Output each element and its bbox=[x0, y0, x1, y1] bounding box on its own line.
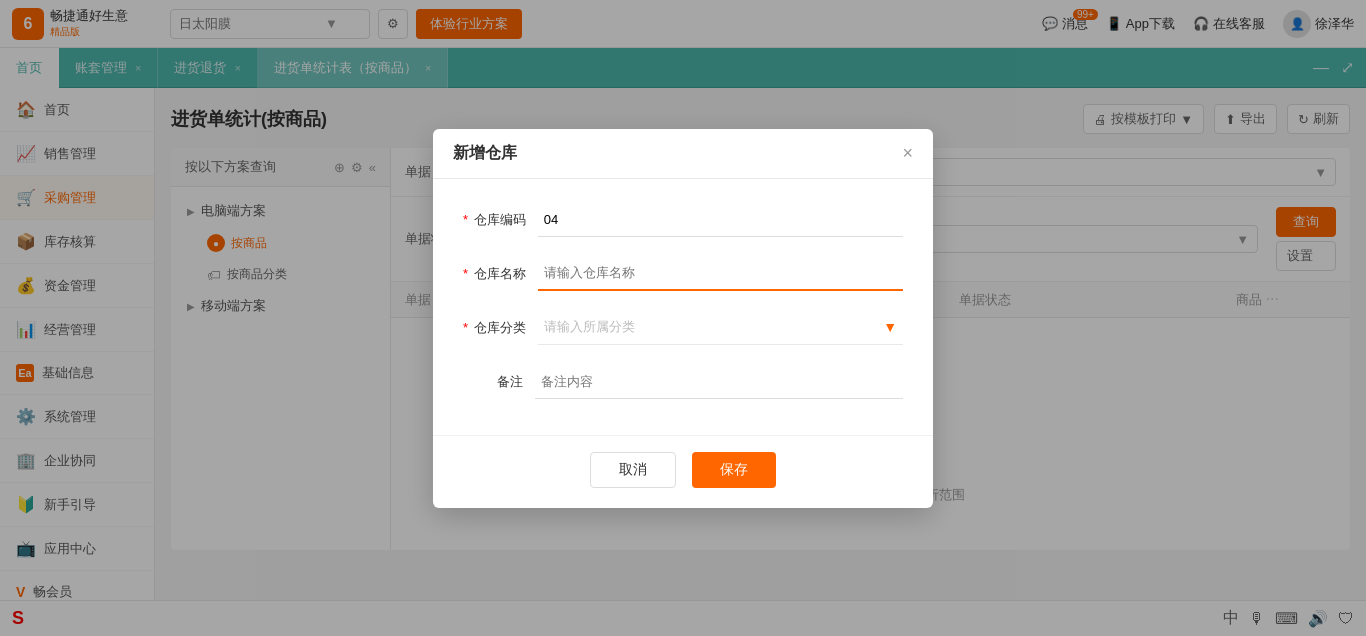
dialog-close-button[interactable]: × bbox=[902, 143, 913, 164]
dialog-footer: 取消 保存 bbox=[433, 435, 933, 508]
dialog-header: 新增仓库 × bbox=[433, 129, 933, 179]
code-input[interactable] bbox=[538, 203, 903, 237]
name-input[interactable] bbox=[538, 257, 903, 291]
form-row-category: * 仓库分类 请输入所属分类 ▼ bbox=[463, 311, 903, 345]
category-select[interactable]: 请输入所属分类 ▼ bbox=[538, 311, 903, 345]
cancel-button[interactable]: 取消 bbox=[590, 452, 676, 488]
note-label: 备注 bbox=[463, 373, 523, 391]
save-button[interactable]: 保存 bbox=[692, 452, 776, 488]
dialog-title: 新增仓库 bbox=[453, 143, 517, 164]
category-placeholder: 请输入所属分类 bbox=[544, 318, 883, 336]
form-row-code: * 仓库编码 bbox=[463, 203, 903, 237]
note-input[interactable] bbox=[535, 365, 903, 399]
category-dropdown-icon: ▼ bbox=[883, 319, 897, 335]
form-row-note: 备注 bbox=[463, 365, 903, 399]
form-row-name: * 仓库名称 bbox=[463, 257, 903, 291]
category-label: * 仓库分类 bbox=[463, 319, 526, 337]
dialog-body: * 仓库编码 * 仓库名称 * 仓库分类 请输入 bbox=[433, 179, 933, 435]
name-label: * 仓库名称 bbox=[463, 265, 526, 283]
modal-overlay[interactable]: 新增仓库 × * 仓库编码 * 仓库名称 bbox=[0, 0, 1366, 636]
code-label: * 仓库编码 bbox=[463, 211, 526, 229]
dialog-add-warehouse: 新增仓库 × * 仓库编码 * 仓库名称 bbox=[433, 129, 933, 508]
